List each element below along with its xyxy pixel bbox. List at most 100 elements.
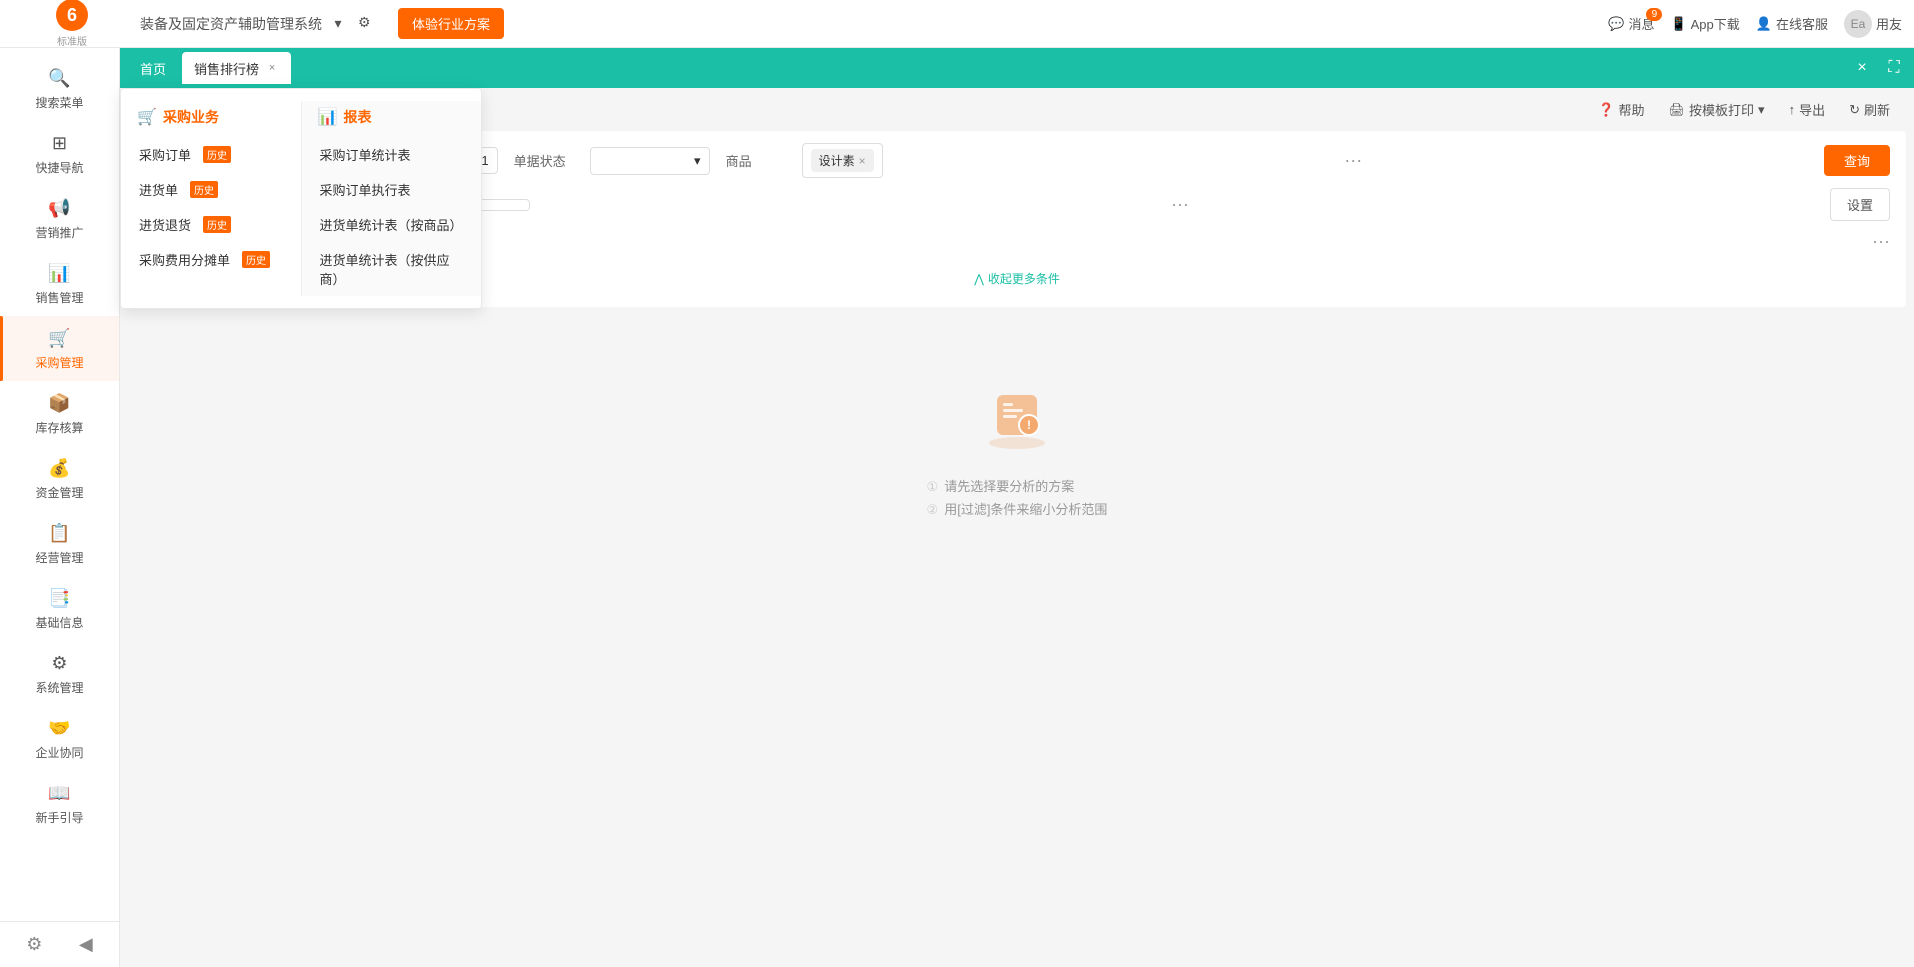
goods-label: 商品 bbox=[726, 151, 786, 170]
collapse-arrow-icon: ⋀ bbox=[974, 272, 984, 286]
sidebar-label-marketing: 营销推广 bbox=[35, 224, 83, 241]
online-service-btn[interactable]: 👤 在线客服 bbox=[1756, 14, 1828, 33]
history-badge-3: 历史 bbox=[242, 251, 270, 268]
base-info-icon: 📑 bbox=[48, 586, 72, 610]
logo-subtext: 标准版 bbox=[57, 33, 87, 48]
marketing-icon: 📢 bbox=[48, 196, 72, 220]
app-download-btn[interactable]: 📱 App下载 bbox=[1670, 14, 1739, 33]
history-badge-1: 历史 bbox=[190, 181, 218, 198]
goods-tag: 设计素 × bbox=[811, 149, 874, 172]
tab-close-btn[interactable]: × bbox=[265, 61, 279, 75]
tab-maximize-btn[interactable]: ⛶ bbox=[1882, 56, 1906, 80]
sidebar-item-inventory[interactable]: 📦 库存核算 bbox=[0, 381, 119, 446]
logo-area: 6 标准版 bbox=[12, 0, 132, 48]
sidebar-label-guide: 新手引导 bbox=[35, 809, 83, 826]
purchase-icon: 🛒 bbox=[48, 326, 72, 350]
menu-item-goods-receipt-stats-by-goods[interactable]: 进货单统计表（按商品） bbox=[310, 207, 474, 242]
refresh-btn[interactable]: ↻ 刷新 bbox=[1841, 96, 1898, 123]
goods-input[interactable]: 设计素 × bbox=[802, 143, 883, 178]
sidebar-item-search[interactable]: 🔍 搜索菜单 bbox=[0, 56, 119, 121]
sidebar-settings-btn[interactable]: ⚙ bbox=[26, 934, 42, 955]
settings-btn[interactable]: 设置 bbox=[1830, 188, 1890, 221]
tab-bar-right: × ⛶ bbox=[1850, 56, 1906, 80]
salesperson-dots[interactable]: ··· bbox=[1171, 194, 1189, 215]
doc-status-label: 单据状态 bbox=[514, 151, 574, 170]
message-badge: 9 bbox=[1646, 8, 1662, 21]
sidebar-collapse-btn[interactable]: ◀ bbox=[79, 934, 93, 955]
purchase-dropdown-menu: 🛒 采购业务 采购订单 历史 进货单 历史 进货退货 历史 采购费用分摊单 历史… bbox=[120, 88, 482, 309]
export-btn[interactable]: ↑ 导出 bbox=[1781, 96, 1834, 123]
empty-text: 请先选择要分析的方案 用[过滤]条件来缩小分析范围 bbox=[927, 475, 1108, 522]
menu-item-purchase-order-exec[interactable]: 采购订单执行表 bbox=[310, 172, 474, 207]
print-icon: 🖨 bbox=[1669, 102, 1686, 118]
goods-tag-remove-btn[interactable]: × bbox=[859, 154, 866, 168]
menu-item-purchase-expense[interactable]: 采购费用分摊单 历史 bbox=[129, 242, 293, 277]
sidebar: 🔍 搜索菜单 ⊞ 快捷导航 📢 营销推广 📊 销售管理 🛒 采购管理 📦 库存核… bbox=[0, 48, 120, 967]
finance-icon: 💰 bbox=[48, 456, 72, 480]
print-btn[interactable]: 🖨 按模板打印 ▾ bbox=[1661, 96, 1773, 123]
grid-icon: ⊞ bbox=[48, 131, 72, 155]
sidebar-item-guide[interactable]: 📖 新手引导 bbox=[0, 771, 119, 836]
tab-sales-rank[interactable]: 销售排行榜 × bbox=[182, 52, 291, 84]
user-area[interactable]: Ea 用友 bbox=[1844, 10, 1902, 38]
message-icon: 💬 bbox=[1608, 16, 1624, 32]
hint-2: 用[过滤]条件来缩小分析范围 bbox=[927, 498, 1108, 521]
history-badge-2: 历史 bbox=[203, 216, 231, 233]
sidebar-label-operations: 经营管理 bbox=[35, 549, 83, 566]
system-icon: ⚙ bbox=[48, 651, 72, 675]
settings-btn-area: 设置 bbox=[1830, 188, 1890, 221]
menu-item-goods-receipt[interactable]: 进货单 历史 bbox=[129, 172, 293, 207]
message-btn[interactable]: 💬 消息 9 bbox=[1608, 14, 1654, 33]
print-dropdown-icon: ▾ bbox=[1758, 102, 1765, 118]
customer-dots[interactable]: ··· bbox=[1872, 231, 1890, 252]
menu-item-goods-receipt-stats-by-supplier[interactable]: 进货单统计表（按供应商） bbox=[310, 242, 474, 296]
empty-icon: ! bbox=[977, 375, 1057, 455]
sidebar-item-sales[interactable]: 📊 销售管理 bbox=[0, 251, 119, 316]
sidebar-item-marketing[interactable]: 📢 营销推广 bbox=[0, 186, 119, 251]
sidebar-item-base-info[interactable]: 📑 基础信息 bbox=[0, 576, 119, 641]
top-header: 6 标准版 装备及固定资产辅助管理系统 ▾ ⚙ 体验行业方案 💬 消息 9 📱 … bbox=[0, 0, 1914, 48]
sidebar-bottom: ⚙ ◀ bbox=[0, 921, 119, 967]
doc-status-dropdown-icon: ▾ bbox=[694, 153, 701, 169]
sidebar-item-enterprise[interactable]: 🤝 企业协同 bbox=[0, 706, 119, 771]
menu-item-purchase-order[interactable]: 采购订单 历史 bbox=[129, 137, 293, 172]
sidebar-item-system[interactable]: ⚙ 系统管理 bbox=[0, 641, 119, 706]
history-badge-0: 历史 bbox=[203, 146, 231, 163]
hint-1: 请先选择要分析的方案 bbox=[927, 475, 1108, 498]
enterprise-icon: 🤝 bbox=[48, 716, 72, 740]
sales-icon: 📊 bbox=[48, 261, 72, 285]
help-btn[interactable]: ❓ 帮助 bbox=[1590, 96, 1652, 123]
system-dropdown-icon[interactable]: ▾ bbox=[330, 16, 346, 32]
search-icon: 🔍 bbox=[48, 66, 72, 90]
sidebar-item-quick-nav[interactable]: ⊞ 快捷导航 bbox=[0, 121, 119, 186]
reports-section-header: 📊 报表 bbox=[310, 101, 474, 137]
industry-btn[interactable]: 体验行业方案 bbox=[398, 8, 504, 39]
purchase-header-icon: 🛒 bbox=[137, 107, 157, 127]
sidebar-label-sales: 销售管理 bbox=[35, 289, 83, 306]
query-btn[interactable]: 查询 bbox=[1824, 145, 1890, 176]
sidebar-label-quick-nav: 快捷导航 bbox=[35, 159, 83, 176]
menu-item-goods-return[interactable]: 进货退货 历史 bbox=[129, 207, 293, 242]
sidebar-label-purchase: 采购管理 bbox=[35, 354, 83, 371]
sidebar-item-finance[interactable]: 💰 资金管理 bbox=[0, 446, 119, 511]
inventory-icon: 📦 bbox=[48, 391, 72, 415]
tab-bar: 首页 销售排行榜 × × ⛶ bbox=[120, 48, 1914, 88]
tab-close-all-btn[interactable]: × bbox=[1850, 56, 1874, 80]
operations-icon: 📋 bbox=[48, 521, 72, 545]
menu-item-purchase-order-stats[interactable]: 采购订单统计表 bbox=[310, 137, 474, 172]
sidebar-item-purchase[interactable]: 🛒 采购管理 bbox=[0, 316, 119, 381]
sidebar-label-inventory: 库存核算 bbox=[35, 419, 83, 436]
sidebar-label-enterprise: 企业协同 bbox=[35, 744, 83, 761]
goods-dots[interactable]: ··· bbox=[1344, 150, 1362, 171]
settings-icon[interactable]: ⚙ bbox=[358, 14, 378, 34]
tab-home[interactable]: 首页 bbox=[128, 52, 178, 84]
system-name: 装备及固定资产辅助管理系统 ▾ ⚙ 体验行业方案 bbox=[140, 8, 1608, 39]
empty-state: ! 请先选择要分析的方案 用[过滤]条件来缩小分析范围 bbox=[120, 315, 1914, 582]
doc-status-select[interactable]: ▾ bbox=[590, 147, 710, 175]
action-buttons: 查询 bbox=[1824, 145, 1890, 176]
guide-icon: 📖 bbox=[48, 781, 72, 805]
export-icon: ↑ bbox=[1789, 102, 1796, 117]
reports-column: 📊 报表 采购订单统计表 采购订单执行表 进货单统计表（按商品） 进货单统计表（… bbox=[301, 101, 482, 296]
sidebar-item-operations[interactable]: 📋 经营管理 bbox=[0, 511, 119, 576]
sidebar-label-system: 系统管理 bbox=[35, 679, 83, 696]
